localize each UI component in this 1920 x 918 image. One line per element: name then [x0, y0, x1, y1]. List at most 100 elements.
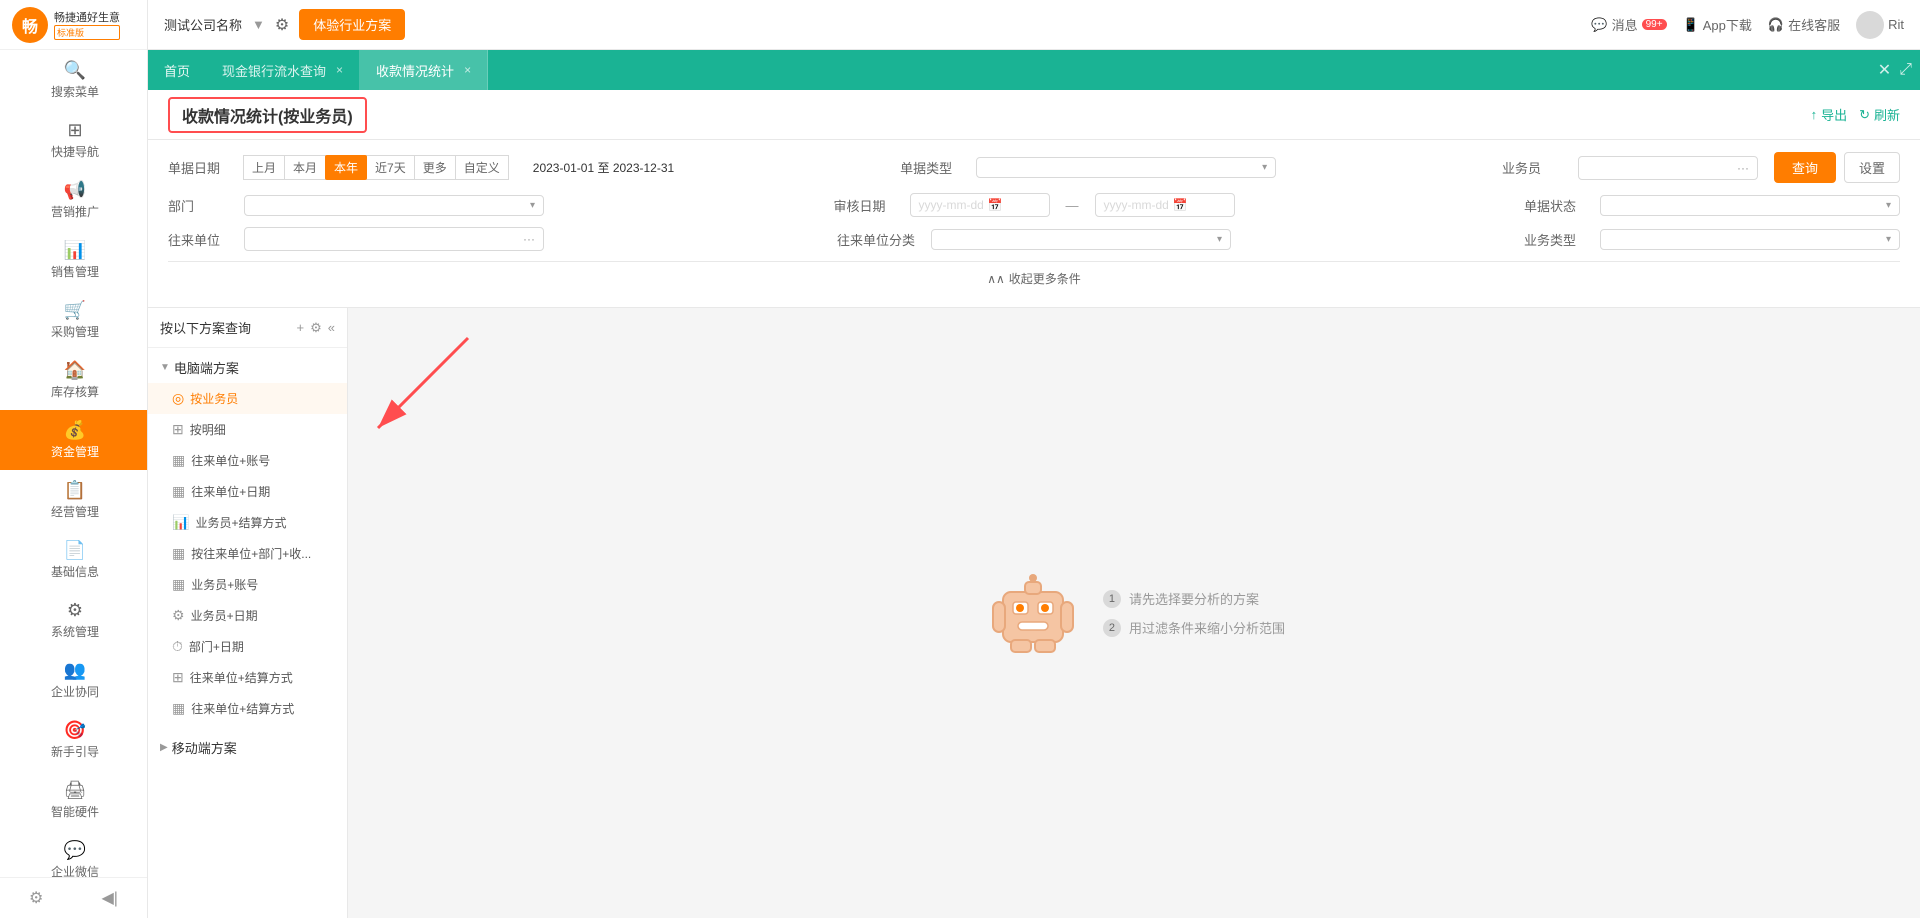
- empty-state-row: 1 请先选择要分析的方案 2 用过滤条件来缩小分析范围: [983, 562, 1285, 665]
- scheme-item-sales-account[interactable]: ▦ 业务员+账号: [148, 569, 347, 600]
- scheme-group-mobile[interactable]: ▶ 移动端方案: [148, 732, 347, 763]
- voucher-type-select[interactable]: ▾: [976, 157, 1276, 178]
- sidebar: 畅 畅捷通好生意 标准版 🔍 搜索菜单 ⊞ 快捷导航 📢 营销推广 📊 销售管理: [0, 0, 148, 918]
- collapse-btn[interactable]: ∧∧ 收起更多条件: [168, 262, 1900, 295]
- company-dropdown-icon[interactable]: ▼: [252, 17, 265, 32]
- logo-badge: 标准版: [54, 25, 120, 40]
- collapse-icon: ∧∧: [987, 272, 1005, 286]
- tab-cash-flow-close[interactable]: ×: [336, 63, 343, 77]
- online-service-btn[interactable]: 🎧 在线客服: [1768, 15, 1840, 34]
- message-badge: 99+: [1642, 19, 1667, 30]
- app-icon: 📱: [1683, 17, 1699, 33]
- scheme-item-partner-date[interactable]: ▦ 往来单位+日期: [148, 476, 347, 507]
- refresh-btn[interactable]: ↻ 刷新: [1859, 105, 1900, 124]
- sidebar-item-guide[interactable]: 🎯 新手引导: [0, 710, 147, 770]
- partner-category-select[interactable]: ▾: [931, 229, 1231, 250]
- tab-receipt-stats-close[interactable]: ×: [464, 63, 471, 77]
- page-wrapper: 收款情况统计(按业务员) ↑ 导出 ↻ 刷新: [148, 90, 1920, 918]
- sidebar-item-hardware[interactable]: 🖨 智能硬件: [0, 770, 147, 830]
- app-download-btn[interactable]: 📱 App下载: [1683, 15, 1752, 34]
- salesperson-dots: ···: [1737, 161, 1749, 175]
- scheme-item-sales-date[interactable]: ⚙ 业务员+日期: [148, 600, 347, 631]
- export-btn[interactable]: ↑ 导出: [1811, 105, 1848, 124]
- date-tab-custom[interactable]: 自定义: [455, 155, 509, 180]
- scheme-collapse-btn[interactable]: «: [328, 320, 335, 335]
- user-name: Rit: [1888, 17, 1904, 32]
- audit-end-input[interactable]: yyyy-mm-dd 📅: [1095, 193, 1235, 217]
- scheme-item-partner-account[interactable]: ▦ 往来单位+账号: [148, 445, 347, 476]
- basic-icon: 📄: [64, 540, 86, 561]
- sales-icon: 📊: [64, 240, 86, 261]
- category-chevron: ▾: [1217, 234, 1222, 245]
- sidebar-item-sales[interactable]: 📊 销售管理: [0, 230, 147, 290]
- date-separator: —: [1066, 198, 1079, 213]
- sidebar-item-marketing[interactable]: 📢 营销推广: [0, 170, 147, 230]
- sidebar-nav: 🔍 搜索菜单 ⊞ 快捷导航 📢 营销推广 📊 销售管理 🛒 采购管理 🏠: [0, 50, 147, 877]
- inventory-icon: 🏠: [64, 360, 86, 381]
- scheme-group-desktop[interactable]: ▼ 电脑端方案: [148, 352, 347, 383]
- date-tab-more[interactable]: 更多: [414, 155, 456, 180]
- scheme-item-sales-settlement[interactable]: 📊 业务员+结算方式: [148, 507, 347, 538]
- scheme-settings-btn[interactable]: ⚙: [310, 320, 322, 336]
- partner-settlement2-icon: ▦: [172, 700, 185, 717]
- tip-num-1: 1: [1103, 590, 1121, 608]
- sidebar-item-search[interactable]: 🔍 搜索菜单: [0, 50, 147, 110]
- collapse-sidebar-btn[interactable]: ◀|: [101, 888, 117, 908]
- tab-receipt-stats[interactable]: 收款情况统计 ×: [360, 50, 488, 90]
- user-info[interactable]: Rit: [1856, 11, 1904, 39]
- audit-start-input[interactable]: yyyy-mm-dd 📅: [910, 193, 1050, 217]
- management-icon: 📋: [64, 480, 86, 501]
- scheme-item-partner-settlement2[interactable]: ▦ 往来单位+结算方式: [148, 693, 347, 724]
- tab-expand-btn[interactable]: ⤢: [1899, 61, 1912, 79]
- set-btn[interactable]: 设置: [1844, 152, 1900, 183]
- date-tab-this-month[interactable]: 本月: [284, 155, 326, 180]
- sidebar-item-wechat[interactable]: 💬 企业微信: [0, 830, 147, 877]
- settings-footer-btn[interactable]: ⚙: [29, 888, 43, 908]
- voucher-status-select[interactable]: ▾: [1600, 195, 1900, 216]
- sidebar-item-management[interactable]: 📋 经营管理: [0, 470, 147, 530]
- date-tab-this-year[interactable]: 本年: [325, 155, 367, 180]
- top-header: 测试公司名称 ▼ ⚙ 体验行业方案 💬 消息 99+ 📱 App下载 🎧 在线客…: [148, 0, 1920, 50]
- scheme-item-dept-date[interactable]: ⏱ 部门+日期: [148, 631, 347, 662]
- tab-cash-flow[interactable]: 现金银行流水查询 ×: [206, 50, 360, 90]
- partner-label: 往来单位: [168, 230, 228, 249]
- sidebar-item-finance[interactable]: 💰 资金管理: [0, 410, 147, 470]
- scheme-item-by-salesperson[interactable]: ◎ 按业务员: [148, 383, 347, 414]
- sidebar-item-quicknav[interactable]: ⊞ 快捷导航: [0, 110, 147, 170]
- date-tab-last-month[interactable]: 上月: [243, 155, 285, 180]
- header-gear-btn[interactable]: ⚙: [275, 15, 289, 35]
- sidebar-item-collab[interactable]: 👥 企业协同: [0, 650, 147, 710]
- scheme-item-detail[interactable]: ⊞ 按明细: [148, 414, 347, 445]
- sidebar-item-inventory[interactable]: 🏠 库存核算: [0, 350, 147, 410]
- scheme-tools: + ⚙ «: [297, 320, 335, 336]
- scheme-section-mobile: ▶ 移动端方案: [148, 728, 347, 767]
- status-chevron: ▾: [1886, 200, 1891, 211]
- business-type-chevron: ▾: [1886, 234, 1891, 245]
- sidebar-item-purchase[interactable]: 🛒 采购管理: [0, 290, 147, 350]
- export-icon: ↑: [1811, 107, 1818, 122]
- collab-icon: 👥: [64, 660, 86, 681]
- sidebar-item-system[interactable]: ⚙ 系统管理: [0, 590, 147, 650]
- partner-date-icon: ▦: [172, 483, 185, 500]
- dept-select[interactable]: ▾: [244, 195, 544, 216]
- scheme-section-desktop: ▼ 电脑端方案 ◎ 按业务员 ⊞ 按明细: [148, 348, 347, 728]
- salesperson-select[interactable]: ···: [1578, 156, 1758, 180]
- sales-date-icon: ⚙: [172, 607, 185, 624]
- sales-account-icon: ▦: [172, 576, 185, 593]
- trial-btn[interactable]: 体验行业方案: [299, 9, 405, 40]
- partner-select[interactable]: ···: [244, 227, 544, 251]
- scheme-add-btn[interactable]: +: [297, 320, 305, 335]
- business-type-select[interactable]: ▾: [1600, 229, 1900, 250]
- main-content-area: 1 请先选择要分析的方案 2 用过滤条件来缩小分析范围: [348, 308, 1920, 918]
- sidebar-item-basic[interactable]: 📄 基础信息: [0, 530, 147, 590]
- message-icon: 💬: [1591, 17, 1607, 33]
- tab-home[interactable]: 首页: [148, 61, 206, 80]
- messages-btn[interactable]: 💬 消息 99+: [1591, 15, 1666, 34]
- empty-tip-2: 2 用过滤条件来缩小分析范围: [1103, 618, 1285, 637]
- tab-close-all-btn[interactable]: ✕: [1878, 60, 1891, 80]
- scheme-item-partner-dept[interactable]: ▦ 按往来单位+部门+收...: [148, 538, 347, 569]
- scheme-item-partner-settlement1[interactable]: ⊞ 往来单位+结算方式: [148, 662, 347, 693]
- date-tab-7days[interactable]: 近7天: [366, 155, 415, 180]
- page-title-box: 收款情况统计(按业务员): [168, 97, 367, 133]
- query-btn[interactable]: 查询: [1774, 152, 1836, 183]
